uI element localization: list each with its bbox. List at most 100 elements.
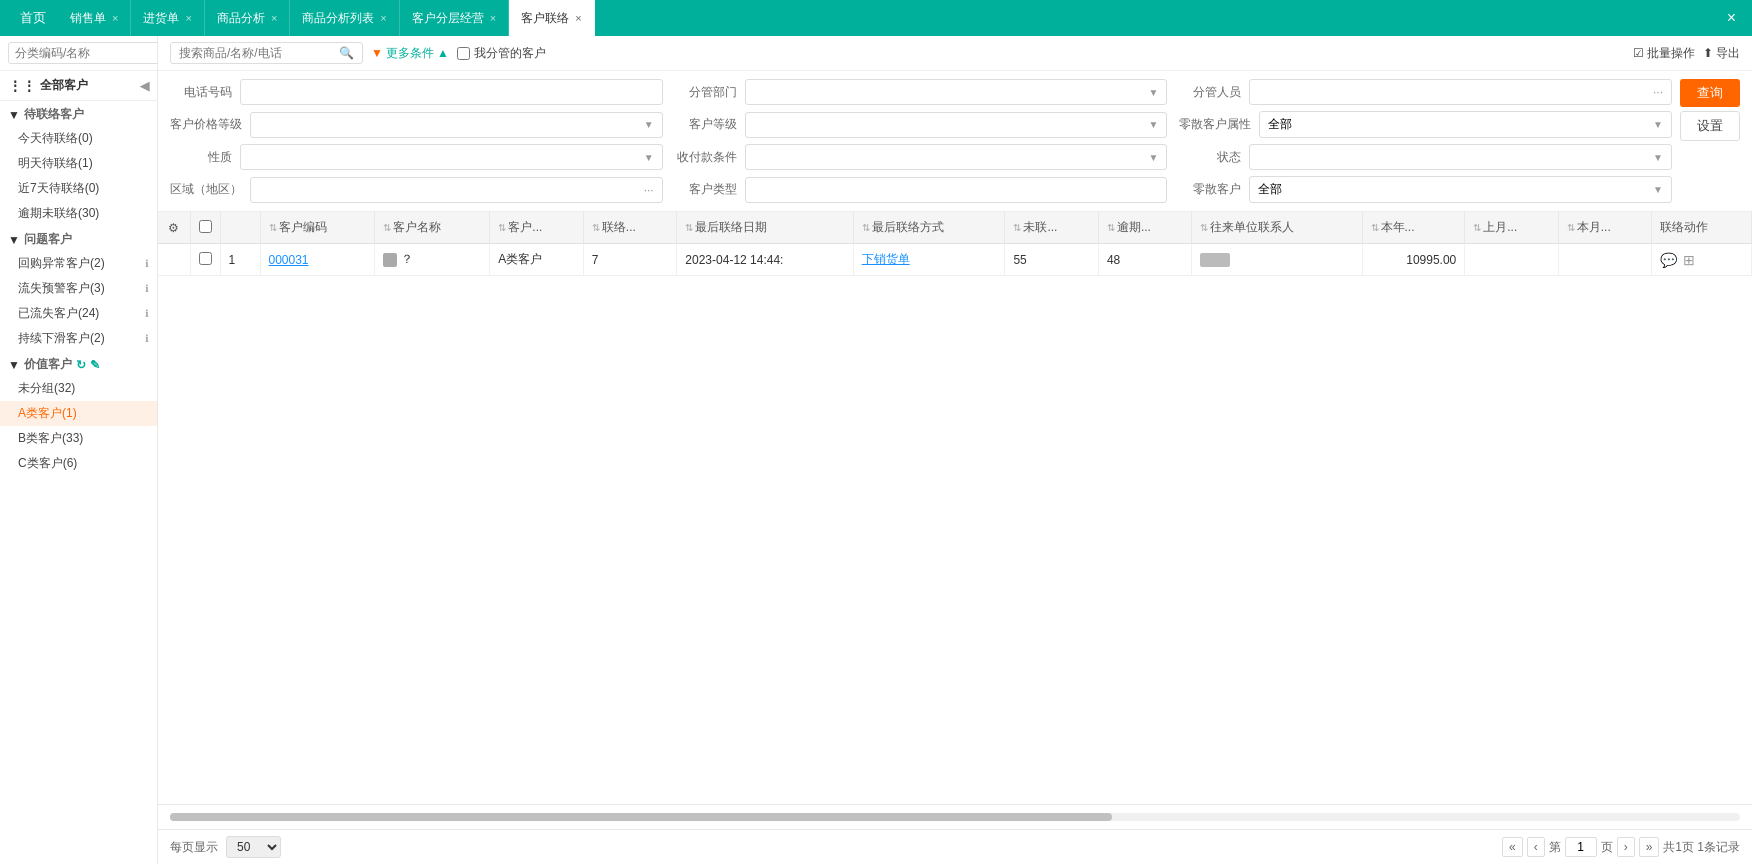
sidebar-item-today[interactable]: 今天待联络(0) [0,126,157,151]
value-customer-group[interactable]: ▼ 价值客户 ↻ ✎ [0,351,157,376]
row-seq: 1 [220,244,260,276]
payment-select[interactable]: ▼ [745,144,1168,170]
nav-tab-analysis[interactable]: 商品分析 × [205,0,290,36]
contact-col-header[interactable]: ⇅联络... [583,212,677,244]
next-page-btn[interactable]: › [1617,837,1635,857]
refresh-icon[interactable]: ↻ [76,358,86,372]
filter-bar: 🔍 ▼ 更多条件 ▲ 我分管的客户 ☑ 批量操作 ⬆ 导出 [158,36,1752,71]
overdue-col-header[interactable]: ⇅逾期... [1098,212,1192,244]
row-level: A类客户 [490,244,584,276]
sidebar-item-ungroup[interactable]: 未分组(32) [0,376,157,401]
main-layout: 🔍 ⋮⋮ 全部客户 ◀ ▼ 待联络客户 今天待联络(0) 明天待联络(1) 近7… [0,36,1752,864]
this-month-col-header[interactable]: ⇅本月... [1558,212,1652,244]
person-select[interactable]: ··· [1249,79,1672,105]
nav-tab-analysis-list[interactable]: 商品分析列表 × [290,0,399,36]
sidebar-item-a-class[interactable]: A类客户(1) [0,401,157,426]
no-contact-col-header[interactable]: ⇅未联... [1005,212,1099,244]
filter-btn-area: 查询 设置 [1672,79,1740,203]
scrollbar-thumb[interactable] [170,813,1112,821]
nature-select[interactable]: ▼ [240,144,663,170]
cust-type-input[interactable] [745,177,1168,203]
close-sales-tab[interactable]: × [112,12,118,24]
sidebar-item-overdue[interactable]: 逾期未联络(30) [0,201,157,226]
close-analysis-list-tab[interactable]: × [380,12,386,24]
prev-contact-col-header[interactable]: ⇅往来单位联系人 [1192,212,1362,244]
export-btn[interactable]: ⬆ 导出 [1703,45,1740,62]
select-all-checkbox[interactable] [199,220,212,233]
sidebar-item-churned[interactable]: 已流失客户(24) ℹ [0,301,157,326]
code-col-header[interactable]: ⇅客户编码 [260,212,375,244]
sidebar-search-input[interactable] [8,42,158,64]
row-last-method[interactable]: 下销货单 [853,244,1005,276]
pending-contact-group[interactable]: ▼ 待联络客户 [0,101,157,126]
last-month-col-header[interactable]: ⇅上月... [1465,212,1559,244]
filter-status: 状态 ▼ [1179,144,1672,170]
row-action: 💬 ⊞ [1652,244,1752,276]
sidebar-item-c-class[interactable]: C类客户(6) [0,451,157,476]
prev-page-btn[interactable]: ‹ [1527,837,1545,857]
retail-cust-label: 零散客户 [1179,181,1249,198]
sidebar-item-abnormal[interactable]: 回购异常客户(2) ℹ [0,251,157,276]
edit-icon[interactable]: ✎ [90,358,100,372]
settings-col-header[interactable]: ⚙ [158,212,190,244]
nav-tab-customer-mgmt[interactable]: 客户分层经营 × [400,0,509,36]
first-page-btn[interactable]: « [1502,837,1523,857]
footer-nav: « ‹ 第 页 › » 共1页 1条记录 [1502,837,1740,857]
chat-icon[interactable]: 💬 [1660,252,1677,268]
row-this-month [1558,244,1652,276]
close-analysis-tab[interactable]: × [271,12,277,24]
filter-search-input[interactable] [179,46,339,60]
qr-icon[interactable]: ⊞ [1683,252,1695,268]
sidebar-item-tomorrow[interactable]: 明天待联络(1) [0,151,157,176]
filter-row-1: 电话号码 分管部门 ▼ 分管人员 [170,79,1672,105]
last-method-col-header[interactable]: ⇅最后联络方式 [853,212,1005,244]
last-date-col-header[interactable]: ⇅最后联络日期 [677,212,853,244]
this-year-col-header[interactable]: ⇅本年... [1362,212,1465,244]
nav-tab-sales[interactable]: 销售单 × [58,0,131,36]
nav-tab-customer-contact[interactable]: 客户联络 × [509,0,594,36]
cust-grade-caret: ▼ [1148,119,1158,130]
setting-button[interactable]: 设置 [1680,111,1740,141]
close-customer-contact-tab[interactable]: × [575,12,581,24]
sidebar-item-declining[interactable]: 持续下滑客户(2) ℹ [0,326,157,351]
collapse-icon[interactable]: ◀ [140,79,149,93]
person-label: 分管人员 [1179,84,1249,101]
name-col-header[interactable]: ⇅客户名称 [375,212,490,244]
sidebar-item-churn-warning[interactable]: 流失预警客户(3) ℹ [0,276,157,301]
all-customers-label: 全部客户 [40,77,88,94]
checkbox-col-header[interactable] [190,212,220,244]
status-select[interactable]: ▼ [1249,144,1672,170]
close-all-button[interactable]: × [1719,9,1744,27]
row-code[interactable]: 000031 [260,244,375,276]
page-input[interactable] [1565,837,1597,857]
retail-cust-select[interactable]: 全部 ▼ [1249,176,1672,203]
cust-grade-select[interactable]: ▼ [745,112,1168,138]
level-col-header[interactable]: ⇅客户... [490,212,584,244]
filter-bar-right: ☑ 批量操作 ⬆ 导出 [1633,45,1740,62]
my-customers-checkbox[interactable]: 我分管的客户 [457,45,546,62]
row-checkbox[interactable] [190,244,220,276]
nav-home[interactable]: 首页 [8,9,58,27]
retail-attr-select[interactable]: 全部 ▼ [1259,111,1672,138]
last-page-btn[interactable]: » [1639,837,1660,857]
problem-customer-group[interactable]: ▼ 问题客户 [0,226,157,251]
query-button[interactable]: 查询 [1680,79,1740,107]
sidebar-item-b-class[interactable]: B类客户(33) [0,426,157,451]
close-customer-mgmt-tab[interactable]: × [490,12,496,24]
nav-tab-purchase[interactable]: 进货单 × [131,0,204,36]
sidebar: 🔍 ⋮⋮ 全部客户 ◀ ▼ 待联络客户 今天待联络(0) 明天待联络(1) 近7… [0,36,158,864]
close-purchase-tab[interactable]: × [185,12,191,24]
dept-select[interactable]: ▼ [745,79,1168,105]
price-grade-select[interactable]: ▼ [250,112,663,138]
filter-search-icon[interactable]: 🔍 [339,46,354,60]
all-customers-header[interactable]: ⋮⋮ 全部客户 ◀ [0,71,157,101]
region-select[interactable]: ··· [250,177,663,203]
sidebar-item-7days[interactable]: 近7天待联络(0) [0,176,157,201]
phone-input[interactable] [240,79,663,105]
per-page-select[interactable]: 50 100 200 [226,836,281,858]
my-customers-check[interactable] [457,47,470,60]
row-check[interactable] [199,252,212,265]
filter-more-btn[interactable]: ▼ 更多条件 ▲ [371,45,449,62]
horizontal-scrollbar[interactable] [170,813,1740,821]
batch-op-btn[interactable]: ☑ 批量操作 [1633,45,1695,62]
